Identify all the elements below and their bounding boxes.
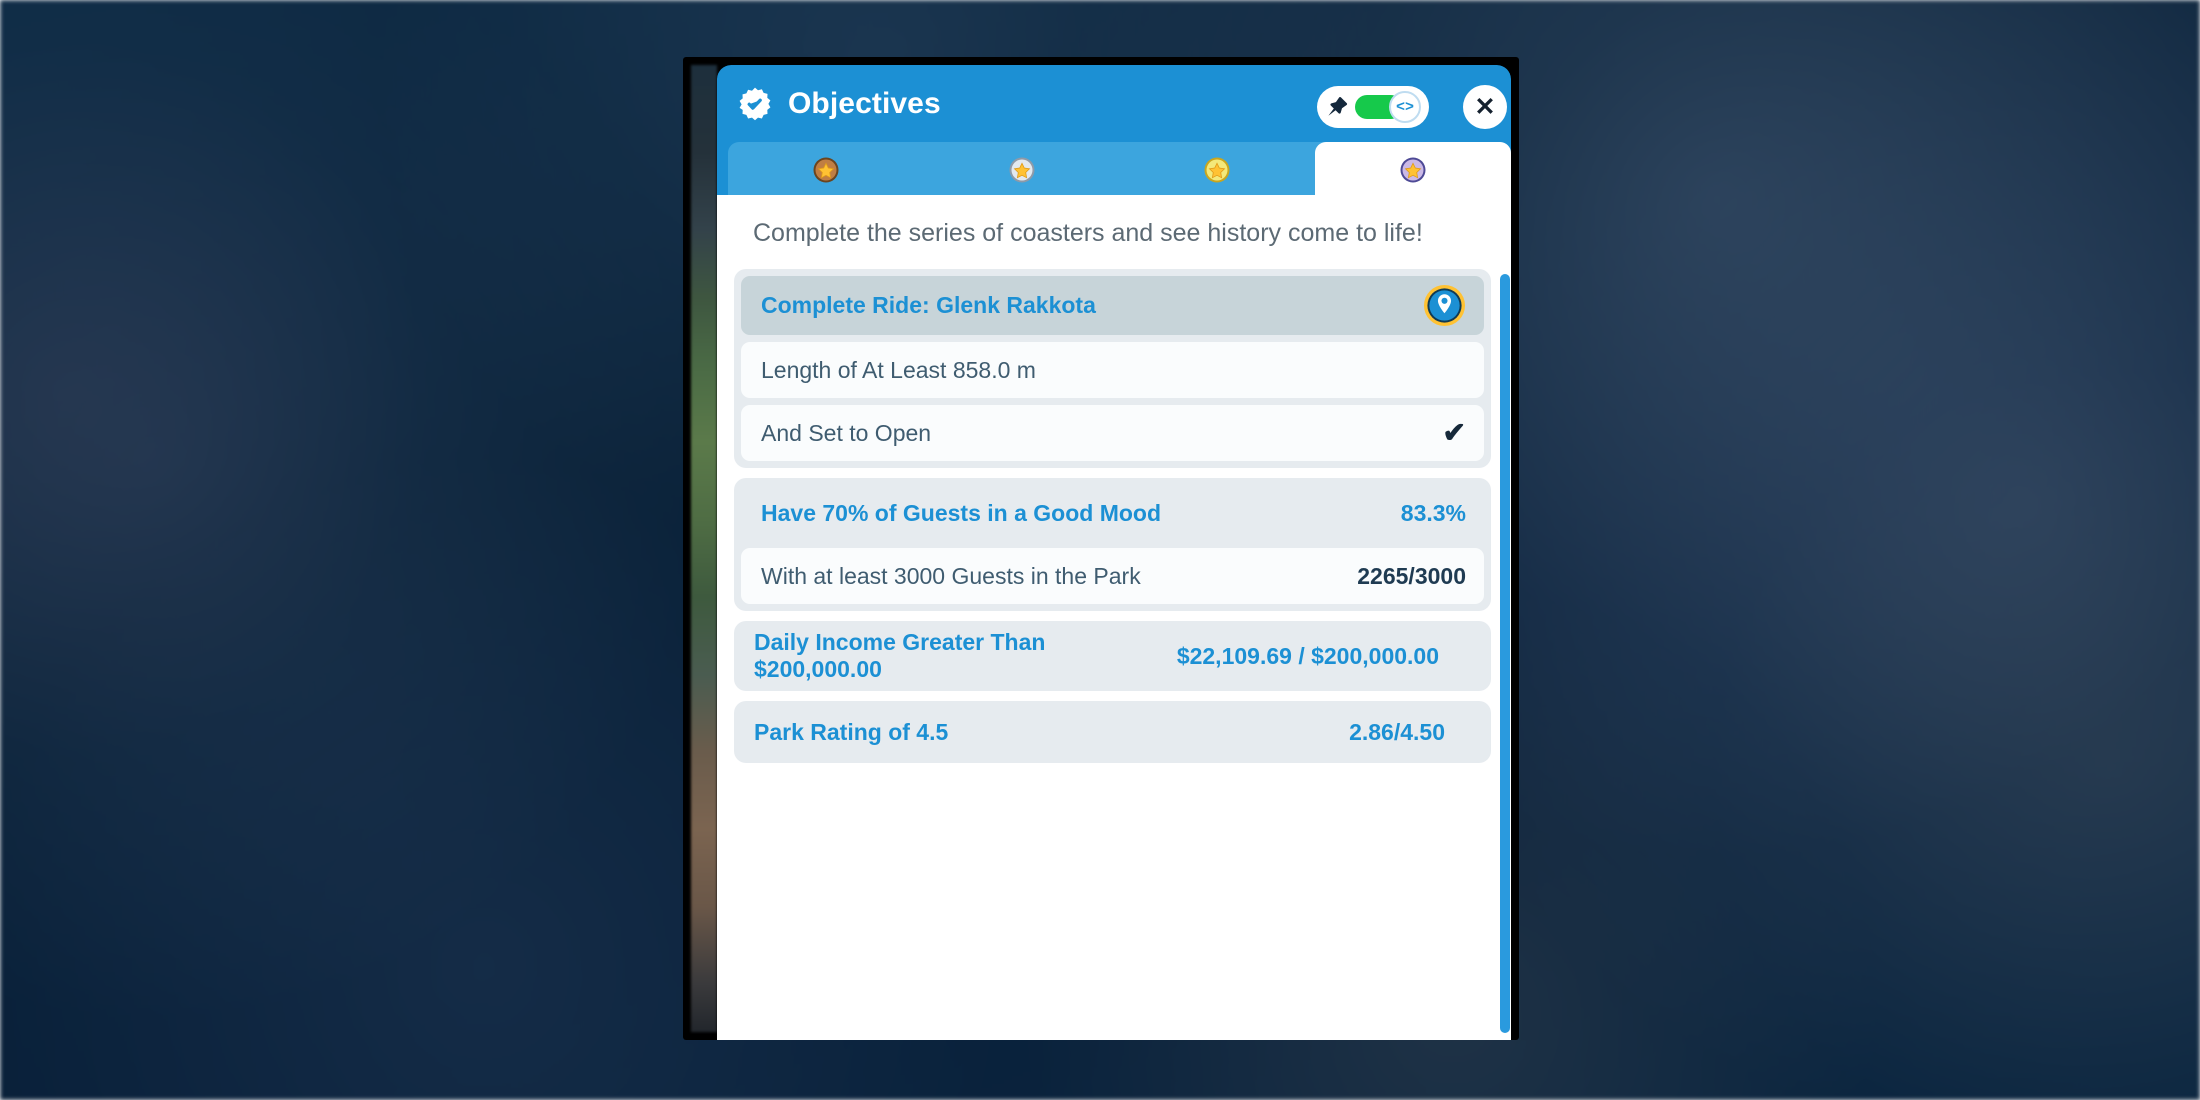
objective-sub-label: And Set to Open	[761, 419, 932, 446]
tab-platinum[interactable]	[1315, 142, 1511, 195]
silver-medal-icon	[1009, 157, 1035, 183]
objective-label: Park Rating of 4.5	[754, 718, 949, 745]
medal-tabs	[717, 142, 1511, 195]
objective-sub-row[interactable]: And Set to Open ✔	[741, 405, 1484, 461]
objective-value: $22,109.69 / $200,000.00	[1176, 642, 1439, 669]
objective-sub-label: With at least 3000 Guests in the Park	[761, 562, 1141, 589]
objective-sub-value: 2265/3000	[1357, 562, 1466, 589]
vertical-scrollbar[interactable]	[1500, 274, 1510, 1033]
tab-bronze[interactable]	[728, 142, 924, 195]
objective-head-row[interactable]: Have 70% of Guests in a Good Mood 83.3%	[741, 485, 1484, 541]
dialog-body: Complete the series of coasters and see …	[717, 195, 1511, 1040]
objective-label: Complete Ride: Glenk Rakkota	[761, 292, 1096, 318]
map-pin-icon[interactable]	[1423, 284, 1466, 327]
objective-group: Have 70% of Guests in a Good Mood 83.3% …	[734, 478, 1491, 611]
gold-medal-icon	[1204, 157, 1230, 183]
objective-sub-label: Length of At Least 858.0 m	[761, 356, 1036, 383]
tab-gold[interactable]	[1120, 142, 1316, 195]
pin-icon[interactable]	[1326, 95, 1350, 119]
pin-and-visibility-control[interactable]: <>	[1317, 86, 1429, 128]
objective-value: 83.3%	[1400, 499, 1466, 526]
page-title: Objectives	[788, 86, 941, 120]
objective-group: Complete Ride: Glenk Rakkota Length of A…	[734, 269, 1491, 468]
dialog-titlebar: Objectives <> ✕	[717, 65, 1511, 142]
objective-sub-row[interactable]: Length of At Least 858.0 m	[741, 342, 1484, 398]
objective-head-row[interactable]: Complete Ride: Glenk Rakkota	[741, 276, 1484, 335]
objectives-list: Complete Ride: Glenk Rakkota Length of A…	[717, 269, 1511, 764]
toggle-knob[interactable]: <>	[1389, 91, 1421, 123]
objective-value: 2.86/4.50	[1349, 718, 1445, 745]
objective-group: Daily Income Greater Than $200,000.00 $2…	[734, 621, 1491, 692]
objectives-dialog: Objectives <> ✕ Complete the series of c…	[717, 65, 1511, 1040]
close-button[interactable]: ✕	[1463, 85, 1507, 129]
completed-check-icon: ✔	[1442, 417, 1466, 448]
objective-label: Daily Income Greater Than $200,000.00	[754, 629, 1046, 683]
scrollbar-thumb[interactable]	[1500, 274, 1510, 1033]
titlebar-left: Objectives	[738, 65, 941, 142]
game-window-frame: Objectives <> ✕ Complete the series of c…	[683, 57, 1519, 1040]
verified-badge-icon	[738, 87, 772, 121]
bronze-medal-icon	[813, 157, 839, 183]
platinum-medal-icon	[1400, 157, 1426, 183]
objective-group: Park Rating of 4.5 2.86/4.50	[734, 701, 1491, 764]
visibility-toggle[interactable]: <>	[1355, 91, 1421, 123]
objective-sub-row[interactable]: With at least 3000 Guests in the Park 22…	[741, 548, 1484, 604]
objective-single-row[interactable]: Daily Income Greater Than $200,000.00 $2…	[734, 621, 1491, 692]
objective-single-row[interactable]: Park Rating of 4.5 2.86/4.50	[734, 701, 1491, 764]
game-world-sliver	[691, 65, 717, 1032]
objective-description: Complete the series of coasters and see …	[753, 219, 1423, 247]
tab-silver[interactable]	[924, 142, 1120, 195]
objective-label: Have 70% of Guests in a Good Mood	[761, 499, 1162, 526]
